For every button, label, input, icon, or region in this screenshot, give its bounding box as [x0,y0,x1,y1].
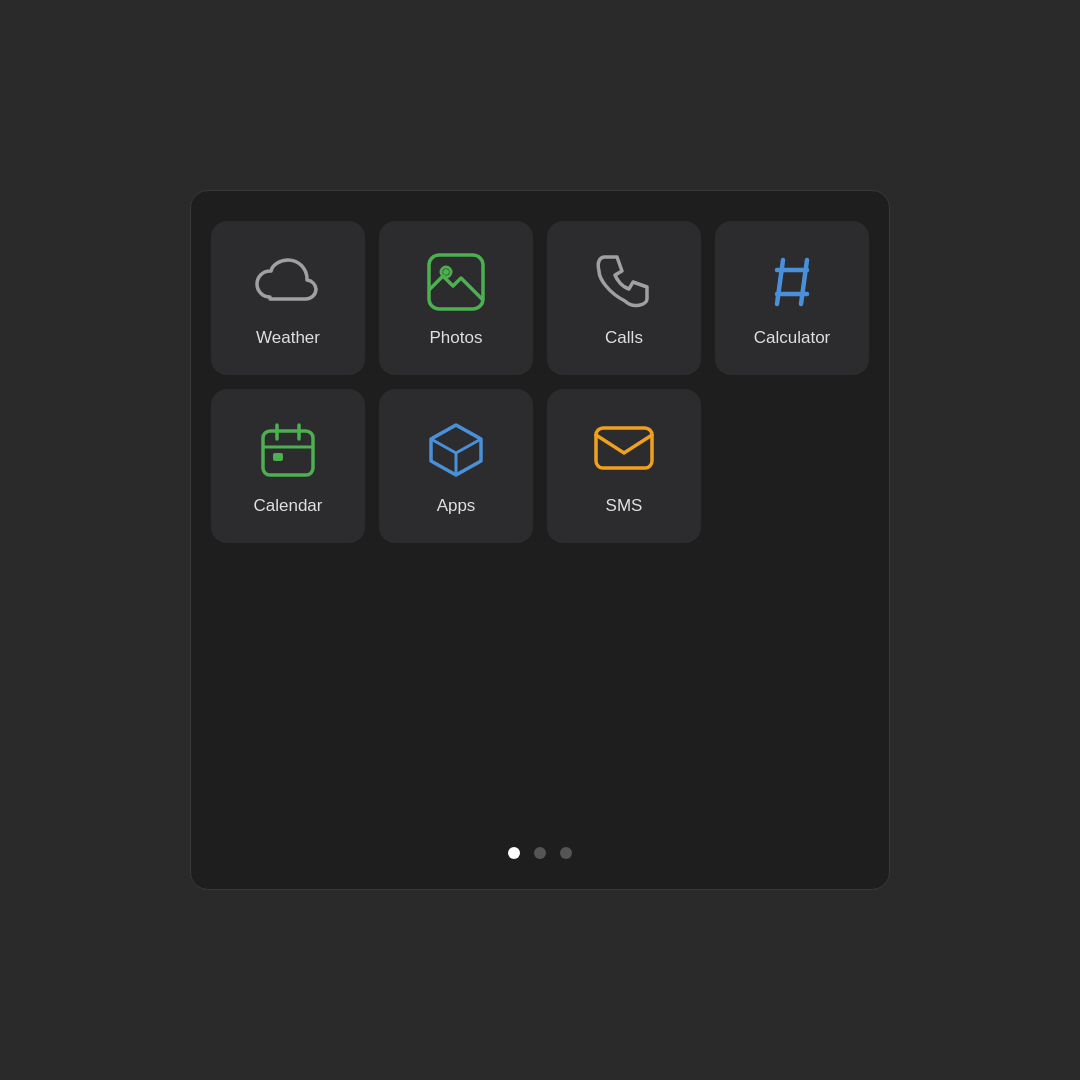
app-item-sms[interactable]: SMS [547,389,701,543]
svg-rect-7 [263,431,313,475]
dot-1[interactable] [508,847,520,859]
hash-icon [760,250,824,314]
app-item-calendar[interactable]: Calendar [211,389,365,543]
svg-rect-11 [273,453,283,461]
main-panel: Weather Photos Calls [190,190,890,890]
weather-label: Weather [256,328,320,348]
app-item-apps[interactable]: Apps [379,389,533,543]
svg-line-6 [801,260,807,304]
svg-rect-12 [596,428,652,468]
calls-label: Calls [605,328,643,348]
app-item-calculator[interactable]: Calculator [715,221,869,375]
app-item-weather[interactable]: Weather [211,221,365,375]
svg-point-2 [443,269,449,275]
dot-2[interactable] [534,847,546,859]
sms-label: SMS [606,496,643,516]
app-item-photos[interactable]: Photos [379,221,533,375]
pagination-dots [508,847,572,859]
apps-label: Apps [437,496,476,516]
calendar-label: Calendar [254,496,323,516]
app-item-calls[interactable]: Calls [547,221,701,375]
cloud-icon [256,250,320,314]
svg-line-5 [777,260,783,304]
calculator-label: Calculator [754,328,831,348]
photos-icon [424,250,488,314]
calendar-icon [256,418,320,482]
sms-icon [592,418,656,482]
phone-icon [592,250,656,314]
dot-3[interactable] [560,847,572,859]
photos-label: Photos [430,328,483,348]
box-icon [424,418,488,482]
app-grid-row2: Calendar Apps SMS [211,389,869,543]
app-grid-row1: Weather Photos Calls [211,221,869,375]
